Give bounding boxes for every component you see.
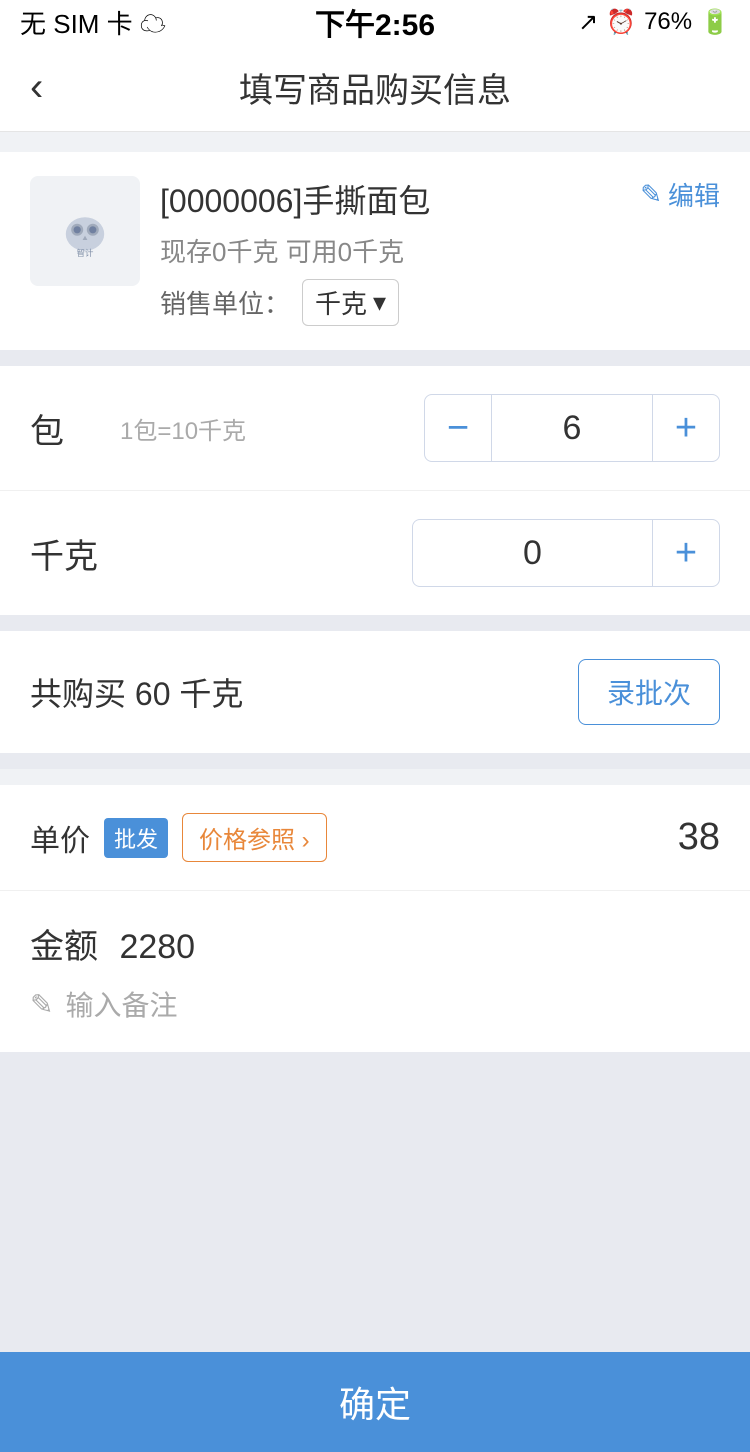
qty-label-bag: 包 [30, 404, 110, 453]
product-thumbnail-icon: 智计 [55, 201, 115, 261]
price-value: 38 [678, 816, 720, 859]
unit-label: 销售单位： [160, 284, 290, 321]
unit-chevron-icon: ▾ [373, 287, 386, 318]
signal-text: 无 SIM 卡 ☁ [20, 4, 166, 41]
product-image: 智计 [30, 176, 140, 286]
qty-minus-bag[interactable]: − [424, 394, 492, 462]
edit-link[interactable]: ✎ 编辑 [640, 176, 720, 213]
quantity-row-kg: 千克 + [0, 491, 750, 615]
edit-label: 编辑 [668, 176, 720, 213]
battery-text: 76% [644, 8, 692, 36]
page-title: 填写商品购买信息 [239, 63, 511, 112]
section-divider-3 [0, 753, 750, 769]
amount-label: 金额 [30, 928, 98, 966]
product-name: [0000006]手撕面包 [160, 176, 430, 222]
nav-bar: ‹ 填写商品购买信息 [0, 44, 750, 132]
amount-note-row[interactable]: ✎ 输入备注 [30, 984, 720, 1024]
qty-input-bag[interactable] [492, 394, 652, 462]
price-label: 单价 [30, 816, 90, 860]
status-time: 下午2:56 [315, 0, 435, 44]
summary-row: 共购买 60 千克 录批次 [0, 631, 750, 753]
status-bar: 无 SIM 卡 ☁ 下午2:56 ↗ ⏰ 76% 🔋 [0, 0, 750, 44]
record-batch-button[interactable]: 录批次 [578, 659, 720, 725]
qty-plus-bag[interactable]: + [652, 394, 720, 462]
qty-input-kg[interactable] [412, 519, 652, 587]
svg-text:智计: 智计 [77, 248, 94, 258]
product-info: [0000006]手撕面包 ✎ 编辑 现存0千克 可用0千克 销售单位： 千克 … [160, 176, 720, 326]
price-ref-button[interactable]: 价格参照 › [182, 813, 327, 862]
edit-icon: ✎ [640, 179, 662, 210]
summary-text: 共购买 60 千克 [30, 669, 243, 715]
quantity-row-bag: 包 1包=10千克 − + [0, 366, 750, 491]
back-button[interactable]: ‹ [30, 65, 43, 110]
price-tag: 批发 [104, 818, 168, 858]
product-stock: 现存0千克 可用0千克 [160, 232, 720, 269]
status-right: ↗ ⏰ 76% 🔋 [578, 8, 730, 37]
amount-row: 金额 2280 [30, 919, 720, 968]
unit-value: 千克 [315, 284, 367, 321]
status-left: 无 SIM 卡 ☁ [20, 4, 166, 41]
section-divider-1 [0, 350, 750, 366]
note-placeholder: 输入备注 [65, 984, 177, 1024]
unit-select[interactable]: 千克 ▾ [302, 279, 399, 326]
section-divider-2 [0, 615, 750, 631]
qty-controls-bag: − + [424, 394, 720, 462]
alarm-icon: ⏰ [606, 8, 636, 37]
empty-area [0, 1052, 750, 1352]
location-icon: ↗ [578, 8, 598, 37]
battery-icon: 🔋 [700, 8, 730, 37]
amount-value: 2280 [119, 928, 195, 966]
confirm-button[interactable]: 确定 [0, 1352, 750, 1452]
product-card: 智计 [0000006]手撕面包 ✎ 编辑 现存0千克 可用0千克 销售单位： … [0, 152, 750, 350]
product-unit-row: 销售单位： 千克 ▾ [160, 279, 720, 326]
qty-plus-kg[interactable]: + [652, 519, 720, 587]
amount-section: 金额 2280 ✎ 输入备注 [0, 891, 750, 1052]
pencil-icon: ✎ [30, 988, 53, 1021]
qty-controls-kg: + [412, 519, 720, 587]
price-section: 单价 批发 价格参照 › 38 [0, 785, 750, 891]
qty-label-kg: 千克 [30, 529, 110, 578]
qty-hint-bag: 1包=10千克 [120, 411, 424, 446]
quantity-section: 包 1包=10千克 − + 千克 + [0, 366, 750, 615]
